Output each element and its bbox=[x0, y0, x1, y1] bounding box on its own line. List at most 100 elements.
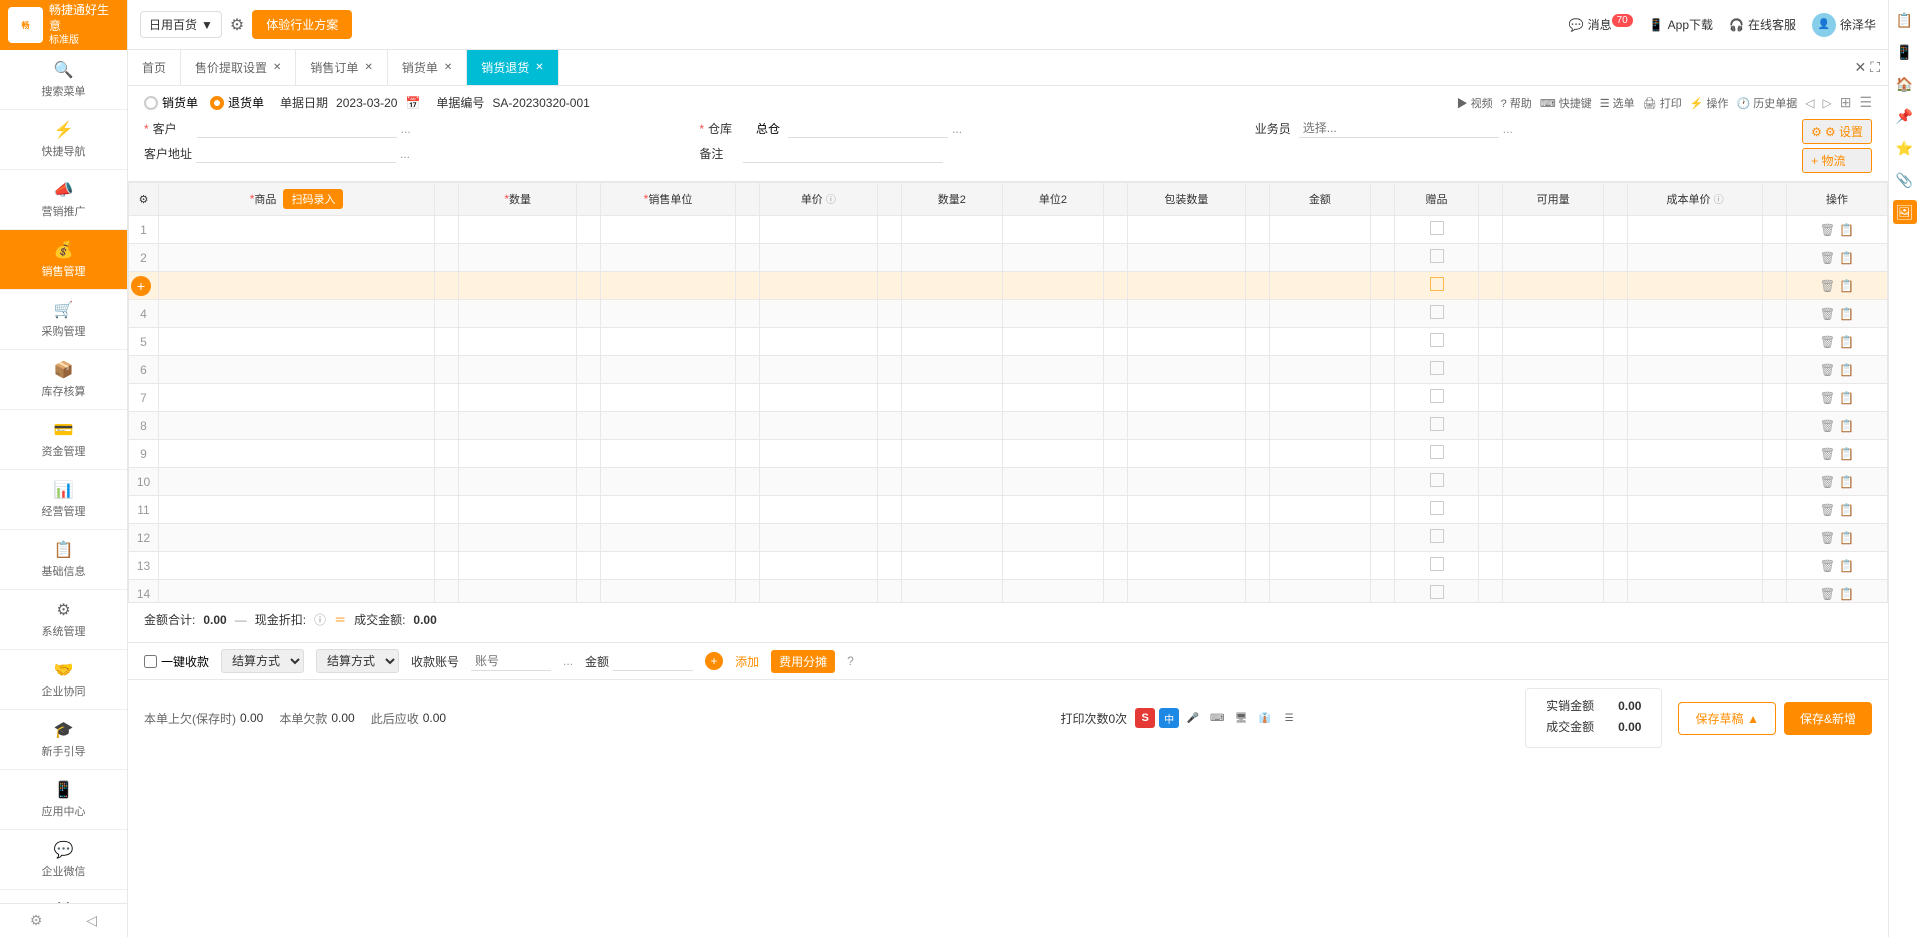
tab-sales-bill[interactable]: 销货单 ✕ bbox=[388, 50, 467, 85]
one-key-pay-check[interactable] bbox=[144, 655, 157, 668]
warehouse-dots[interactable]: ... bbox=[952, 122, 962, 136]
sidebar-item-finance[interactable]: 💳 资金管理 bbox=[0, 410, 127, 470]
customer-input[interactable] bbox=[197, 119, 397, 138]
delete-row-4-icon[interactable]: 🗑 bbox=[1820, 307, 1835, 321]
fee-split-help-icon[interactable]: ? bbox=[847, 654, 854, 668]
delete-row-10-icon[interactable]: 🗑 bbox=[1820, 475, 1835, 489]
sidebar-item-purchase[interactable]: 🛒 采购管理 bbox=[0, 290, 127, 350]
delete-row-7-icon[interactable]: 🗑 bbox=[1820, 391, 1835, 405]
delete-row-9-icon[interactable]: 🗑 bbox=[1820, 447, 1835, 461]
account-input[interactable] bbox=[471, 652, 551, 671]
right-panel-icon-4[interactable]: 📌 bbox=[1893, 104, 1917, 128]
copy-row-1-icon[interactable]: 📋 bbox=[1839, 223, 1854, 237]
row-1-cost[interactable] bbox=[1628, 216, 1763, 244]
online-service-item[interactable]: 🎧 在线客服 bbox=[1729, 16, 1796, 33]
row-1-quantity[interactable] bbox=[459, 216, 577, 244]
message-item[interactable]: 💬 消息 70 bbox=[1569, 16, 1633, 33]
sys-icon-monitor[interactable]: 🖥 bbox=[1231, 708, 1251, 728]
prev-record-icon[interactable]: ◁ bbox=[1805, 96, 1814, 110]
sidebar-item-member[interactable]: V 畅会员 bbox=[0, 890, 127, 903]
fee-split-btn[interactable]: 费用分摊 bbox=[771, 650, 835, 673]
amount-input[interactable] bbox=[613, 652, 693, 671]
video-btn[interactable]: ▶ 视频 bbox=[1457, 95, 1493, 111]
sidebar-item-wechat[interactable]: 💬 企业微信 bbox=[0, 830, 127, 890]
tab-close-sales-return[interactable]: ✕ bbox=[535, 62, 543, 73]
row-new-product[interactable] bbox=[159, 272, 435, 300]
list-view-icon[interactable]: ☰ bbox=[1859, 94, 1872, 111]
copy-row-5-icon[interactable]: 📋 bbox=[1839, 335, 1854, 349]
warehouse-input[interactable] bbox=[788, 119, 948, 138]
logistics-side-btn[interactable]: + 物流 bbox=[1802, 148, 1872, 173]
row-1-pkg[interactable] bbox=[1127, 216, 1245, 244]
tab-close-price-extract[interactable]: ✕ bbox=[273, 62, 281, 73]
sidebar-item-shortcut[interactable]: ⚡ 快捷导航 bbox=[0, 110, 127, 170]
grid-view-icon[interactable]: ⊞ bbox=[1840, 94, 1852, 111]
tab-price-extract[interactable]: 售价提取设置 ✕ bbox=[181, 50, 296, 85]
copy-row-14-icon[interactable]: 📋 bbox=[1839, 587, 1854, 601]
delete-row-13-icon[interactable]: 🗑 bbox=[1820, 559, 1835, 573]
print-btn[interactable]: 🖨 打印 bbox=[1643, 95, 1682, 111]
delete-row-1-icon[interactable]: 🗑 bbox=[1820, 223, 1835, 237]
sidebar-item-search[interactable]: 🔍 搜索菜单 bbox=[0, 50, 127, 110]
copy-row-7-icon[interactable]: 📋 bbox=[1839, 391, 1854, 405]
tab-close-sales-order[interactable]: ✕ bbox=[364, 62, 372, 73]
copy-row-10-icon[interactable]: 📋 bbox=[1839, 475, 1854, 489]
right-panel-icon-1[interactable]: 📋 bbox=[1893, 8, 1917, 32]
sidebar-collapse-icon[interactable]: ◁ bbox=[86, 912, 97, 929]
new-product-input[interactable] bbox=[163, 279, 430, 293]
sys-icon-s[interactable]: S bbox=[1135, 708, 1155, 728]
copy-row-13-icon[interactable]: 📋 bbox=[1839, 559, 1854, 573]
settle-method-select[interactable]: 结算方式 bbox=[221, 649, 304, 673]
sidebar-item-sales[interactable]: 💰 销售管理 bbox=[0, 230, 127, 290]
delete-row-2-icon[interactable]: 🗑 bbox=[1820, 251, 1835, 265]
copy-row-4-icon[interactable]: 📋 bbox=[1839, 307, 1854, 321]
right-panel-icon-7[interactable]: 🖼 bbox=[1893, 200, 1917, 224]
address-input[interactable] bbox=[196, 144, 396, 163]
add-payment-btn[interactable]: + bbox=[705, 652, 723, 670]
add-row-icon[interactable]: + bbox=[131, 276, 151, 296]
sidebar-item-operations[interactable]: 📊 经营管理 bbox=[0, 470, 127, 530]
copy-row-9-icon[interactable]: 📋 bbox=[1839, 447, 1854, 461]
delete-row-8-icon[interactable]: 🗑 bbox=[1820, 419, 1835, 433]
sidebar-item-basic-info[interactable]: 📋 基础信息 bbox=[0, 530, 127, 590]
select-btn[interactable]: ☰ 选单 bbox=[1600, 95, 1635, 111]
row-1-unit[interactable] bbox=[601, 216, 736, 244]
radio-sales-bill[interactable]: 销货单 bbox=[144, 94, 198, 111]
one-key-pay-checkbox[interactable]: 一键收款 bbox=[144, 653, 209, 670]
copy-row-2-icon[interactable]: 📋 bbox=[1839, 251, 1854, 265]
col-settings[interactable]: ⚙ bbox=[129, 183, 159, 216]
address-dots[interactable]: ... bbox=[400, 147, 410, 161]
delete-row-14-icon[interactable]: 🗑 bbox=[1820, 587, 1835, 601]
sys-icon-menu[interactable]: ☰ bbox=[1279, 708, 1299, 728]
sidebar-settings-icon[interactable]: ⚙ bbox=[30, 912, 43, 929]
operation-btn[interactable]: ⚡ 操作 bbox=[1690, 95, 1729, 111]
save-new-button[interactable]: 保存&新增 bbox=[1784, 702, 1872, 735]
add-row-btn-cell[interactable]: + bbox=[129, 272, 159, 300]
sidebar-item-system[interactable]: ⚙ 系统管理 bbox=[0, 590, 127, 650]
salesperson-input[interactable] bbox=[1299, 119, 1499, 138]
app-download-item[interactable]: 📱 App下载 bbox=[1649, 16, 1713, 33]
copy-row-8-icon[interactable]: 📋 bbox=[1839, 419, 1854, 433]
radio-return-bill[interactable]: 退货单 bbox=[210, 94, 264, 111]
help-btn[interactable]: ? 帮助 bbox=[1501, 95, 1532, 111]
user-item[interactable]: 👤 徐泽华 bbox=[1812, 13, 1876, 37]
sys-icon-kb[interactable]: ⌨ bbox=[1207, 708, 1227, 728]
row-1-available[interactable] bbox=[1503, 216, 1604, 244]
trial-button[interactable]: 体验行业方案 bbox=[252, 10, 352, 39]
copy-new-row-icon[interactable]: 📋 bbox=[1839, 279, 1854, 293]
copy-row-12-icon[interactable]: 📋 bbox=[1839, 531, 1854, 545]
row-2-product[interactable] bbox=[159, 244, 435, 272]
shortcut-key-btn[interactable]: ⌨ 快捷键 bbox=[1540, 95, 1592, 111]
row-1-product[interactable] bbox=[159, 216, 435, 244]
industry-dropdown[interactable]: 日用百货 ▼ bbox=[140, 11, 222, 38]
sidebar-item-marketing[interactable]: 📣 营销推广 bbox=[0, 170, 127, 230]
right-panel-icon-3[interactable]: 🏠 bbox=[1893, 72, 1917, 96]
scan-input-btn[interactable]: 扫码录入 bbox=[283, 189, 343, 209]
sidebar-item-enterprise[interactable]: 🤝 企业协同 bbox=[0, 650, 127, 710]
row-1-qty2[interactable] bbox=[901, 216, 1002, 244]
delete-row-11-icon[interactable]: 🗑 bbox=[1820, 503, 1835, 517]
tab-close-icon[interactable]: ✕ bbox=[1854, 59, 1866, 76]
right-panel-icon-2[interactable]: 📱 bbox=[1893, 40, 1917, 64]
tab-close-sales-bill[interactable]: ✕ bbox=[444, 62, 452, 73]
copy-row-11-icon[interactable]: 📋 bbox=[1839, 503, 1854, 517]
